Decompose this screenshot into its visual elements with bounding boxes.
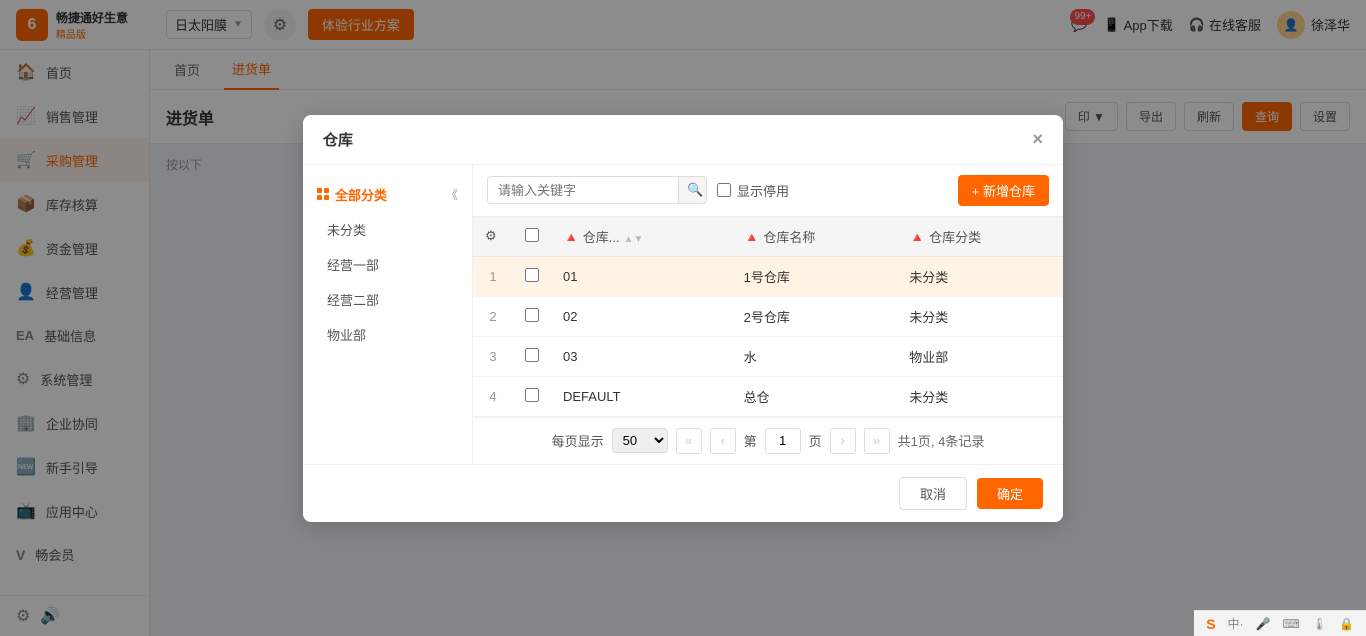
row-category-1: 未分类	[897, 256, 1063, 296]
row-category-4: 未分类	[897, 376, 1063, 416]
table-row[interactable]: 4 DEFAULT 总仓 未分类	[473, 376, 1063, 416]
col-category: 🔺 仓库分类	[897, 217, 1063, 257]
category-item-ops1[interactable]: 经营一部	[303, 247, 472, 282]
row-num: 2	[473, 296, 513, 336]
table-row[interactable]: 3 03 水 物业部	[473, 336, 1063, 376]
table-row[interactable]: 1 01 1号仓库 未分类	[473, 256, 1063, 296]
mic-icon[interactable]: 🎤	[1256, 617, 1271, 631]
per-page-select[interactable]: 50 100 200	[612, 428, 668, 453]
sort-icon: ▲▼	[624, 234, 644, 245]
row-category-2: 未分类	[897, 296, 1063, 336]
row-name-3: 水	[732, 336, 898, 376]
cancel-button[interactable]: 取消	[899, 477, 967, 510]
category-panel: 全部分类 《 未分类 经营一部 经营二部 物业部	[303, 165, 473, 464]
collapse-icon[interactable]: 《	[446, 186, 458, 203]
last-page-button[interactable]: »	[864, 428, 890, 454]
total-info: 共1页, 4条记录	[898, 431, 985, 450]
prev-page-button[interactable]: ‹	[710, 428, 736, 454]
col-settings: ⚙	[473, 217, 513, 257]
category-item-ops2[interactable]: 经营二部	[303, 282, 472, 317]
category-item-property[interactable]: 物业部	[303, 317, 472, 352]
row-num: 3	[473, 336, 513, 376]
row-code-2: 02	[551, 296, 732, 336]
row-checkbox-3[interactable]	[525, 348, 539, 362]
table-toolbar: 🔍 显示停用 + 新增仓库	[473, 165, 1063, 217]
row-code-3: 03	[551, 336, 732, 376]
row-name-2: 2号仓库	[732, 296, 898, 336]
table-head: ⚙ 🔺 仓库...▲▼ 🔺 仓库名称	[473, 217, 1063, 257]
category-item-unclassified[interactable]: 未分类	[303, 212, 472, 247]
next-page-button[interactable]: ›	[830, 428, 856, 454]
first-page-button[interactable]: «	[676, 428, 702, 454]
page-number-input[interactable]	[765, 428, 801, 454]
warehouse-data-table: ⚙ 🔺 仓库...▲▼ 🔺 仓库名称	[473, 217, 1063, 417]
row-name-4: 总仓	[732, 376, 898, 416]
pagination: 每页显示 50 100 200 « ‹ 第 页 › » 共1页, 4条记录	[473, 417, 1063, 464]
show-disabled-checkbox[interactable]	[717, 183, 731, 197]
col-code: 🔺 仓库...▲▼	[551, 217, 732, 257]
modal-overlay: 仓库 × 全部分类 《 未分类 经营一部 经	[0, 0, 1366, 636]
modal-body: 全部分类 《 未分类 经营一部 经营二部 物业部 🔍	[303, 165, 1063, 464]
per-page-label: 每页显示	[552, 431, 604, 450]
category-all-header[interactable]: 全部分类 《	[303, 177, 472, 212]
s-logo: S	[1206, 616, 1215, 632]
modal-footer: 取消 确定	[303, 464, 1063, 522]
status-bar: S 中· 🎤 ⌨ 🌡 🔒	[1194, 610, 1366, 636]
warehouse-table: ⚙ 🔺 仓库...▲▼ 🔺 仓库名称	[473, 217, 1063, 417]
modal-close-button[interactable]: ×	[1032, 130, 1043, 148]
row-checkbox-1[interactable]	[525, 268, 539, 282]
modal-header: 仓库 ×	[303, 115, 1063, 165]
add-warehouse-button[interactable]: + 新增仓库	[958, 175, 1049, 206]
temp-icon: 🌡	[1312, 617, 1327, 631]
modal-title: 仓库	[323, 129, 353, 150]
confirm-button[interactable]: 确定	[977, 478, 1043, 509]
row-num: 4	[473, 376, 513, 416]
search-input[interactable]	[488, 178, 678, 203]
table-body: 1 01 1号仓库 未分类 2 02 2号仓库	[473, 256, 1063, 416]
show-disabled-label: 显示停用	[717, 181, 789, 200]
page-label: 第	[744, 431, 757, 450]
page-unit: 页	[809, 431, 822, 450]
table-row[interactable]: 2 02 2号仓库 未分类	[473, 296, 1063, 336]
warehouse-modal: 仓库 × 全部分类 《 未分类 经营一部 经	[303, 115, 1063, 522]
select-all-checkbox[interactable]	[525, 228, 539, 242]
row-checkbox-2[interactable]	[525, 308, 539, 322]
status-text: 中·	[1228, 615, 1244, 632]
search-icon[interactable]: 🔍	[678, 177, 707, 203]
row-code-1: 01	[551, 256, 732, 296]
table-header-row: ⚙ 🔺 仓库...▲▼ 🔺 仓库名称	[473, 217, 1063, 257]
row-code-4: DEFAULT	[551, 376, 732, 416]
row-num: 1	[473, 256, 513, 296]
lock-icon: 🔒	[1339, 617, 1354, 631]
col-name: 🔺 仓库名称	[732, 217, 898, 257]
row-category-3: 物业部	[897, 336, 1063, 376]
table-content: 🔍 显示停用 + 新增仓库 ⚙	[473, 165, 1063, 464]
keyboard-icon[interactable]: ⌨	[1282, 617, 1299, 631]
col-checkbox	[513, 217, 551, 257]
category-dots-icon	[317, 188, 329, 200]
row-checkbox-4[interactable]	[525, 388, 539, 402]
category-all-label: 全部分类	[317, 185, 387, 204]
row-name-1: 1号仓库	[732, 256, 898, 296]
search-box: 🔍	[487, 176, 707, 204]
